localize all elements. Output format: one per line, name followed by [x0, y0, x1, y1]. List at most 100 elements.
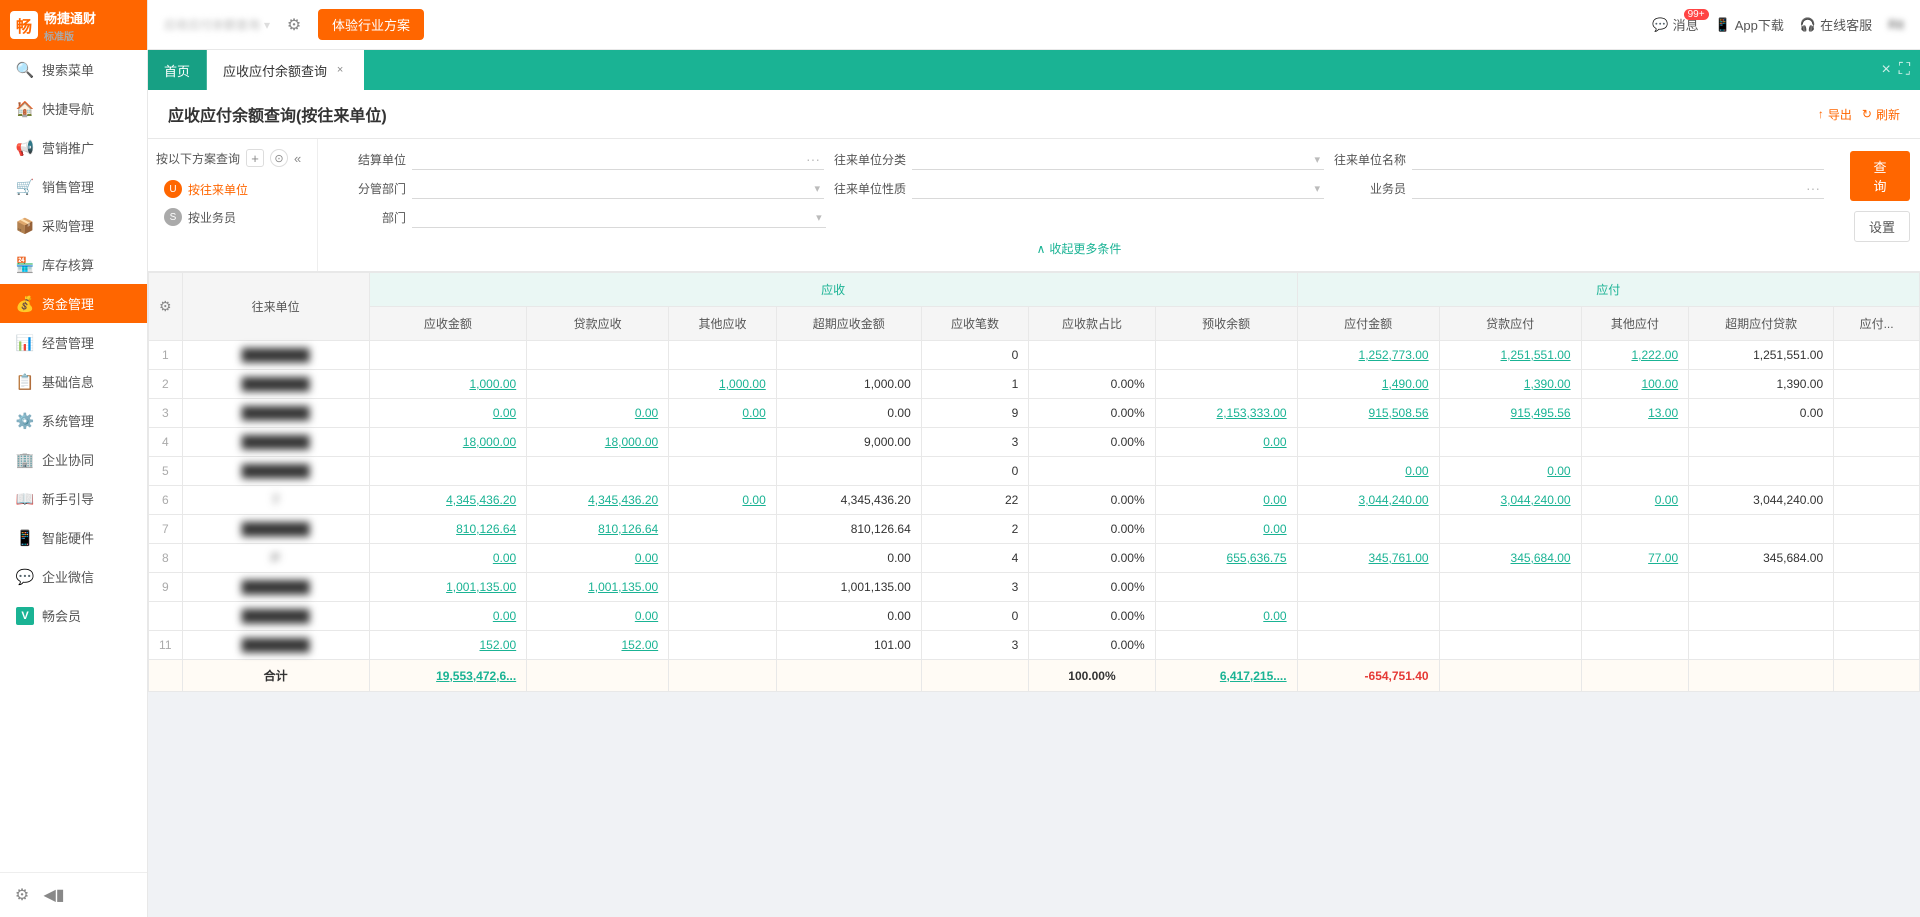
- sidebar-item-inventory[interactable]: 🏪 库存核算: [0, 245, 147, 284]
- cell-value[interactable]: [1439, 428, 1581, 457]
- settlement-dots[interactable]: ···: [802, 151, 824, 167]
- sidebar-settings-icon[interactable]: ⚙: [10, 883, 34, 907]
- cell-value[interactable]: 0.00: [1297, 457, 1439, 486]
- cell-value[interactable]: 0.00: [527, 399, 669, 428]
- cell-value[interactable]: [1581, 428, 1689, 457]
- dept-input[interactable]: [412, 178, 810, 198]
- cell-value[interactable]: 0.00: [1155, 515, 1297, 544]
- subdept-input[interactable]: [412, 207, 812, 227]
- sidebar-item-hardware[interactable]: 📱 智能硬件: [0, 518, 147, 557]
- cell-value[interactable]: [1581, 515, 1689, 544]
- cell-value[interactable]: 4,345,436.20: [527, 486, 669, 515]
- setting-btn[interactable]: 设置: [1854, 211, 1910, 242]
- cell-value[interactable]: 0.00: [1581, 486, 1689, 515]
- app-download-btn[interactable]: 📱 App下载: [1715, 15, 1784, 34]
- cell-value[interactable]: 4,345,436.20: [369, 486, 527, 515]
- online-service-btn[interactable]: 🎧 在线客服: [1800, 15, 1872, 34]
- cell-value[interactable]: [1155, 341, 1297, 370]
- footer-ar-amount[interactable]: 19,553,472,6...: [369, 660, 527, 692]
- cell-value[interactable]: 1,222.00: [1581, 341, 1689, 370]
- messages-btn[interactable]: 💬 消息 99+: [1652, 15, 1698, 34]
- unit-name-input[interactable]: [1412, 149, 1824, 169]
- cell-value[interactable]: 810,126.64: [369, 515, 527, 544]
- cell-value[interactable]: 77.00: [1581, 544, 1689, 573]
- filter-collapse-btn[interactable]: «: [294, 151, 301, 166]
- cell-value[interactable]: 152.00: [527, 631, 669, 660]
- cell-value[interactable]: 3,044,240.00: [1439, 486, 1581, 515]
- cell-value[interactable]: [669, 428, 777, 457]
- cell-value[interactable]: [1297, 428, 1439, 457]
- table-settings-icon[interactable]: ⚙: [159, 298, 172, 314]
- cell-value[interactable]: 0.00: [669, 399, 777, 428]
- filter-settings-btn[interactable]: ⊙: [270, 149, 288, 167]
- cell-value[interactable]: [669, 544, 777, 573]
- unit-type-input[interactable]: [912, 149, 1310, 169]
- cell-value[interactable]: 1,001,135.00: [527, 573, 669, 602]
- tab-ar-ap[interactable]: 应收应付余额查询 ×: [207, 50, 364, 90]
- refresh-btn[interactable]: ↻ 刷新: [1862, 106, 1900, 123]
- cell-value[interactable]: [1297, 573, 1439, 602]
- sidebar-item-purchase[interactable]: 📦 采购管理: [0, 206, 147, 245]
- tab-close-icon[interactable]: ×: [333, 63, 347, 77]
- export-btn[interactable]: ↑ 导出: [1818, 106, 1852, 123]
- cell-value[interactable]: 810,126.64: [527, 515, 669, 544]
- cell-value[interactable]: 1,001,135.00: [369, 573, 527, 602]
- cell-value[interactable]: 13.00: [1581, 399, 1689, 428]
- cell-value[interactable]: 1,000.00: [369, 370, 527, 399]
- settlement-input[interactable]: [412, 149, 802, 169]
- cell-value[interactable]: 1,000.00: [669, 370, 777, 399]
- cell-value[interactable]: 0.00: [669, 486, 777, 515]
- cell-value[interactable]: 0.00: [1155, 602, 1297, 631]
- sidebar-item-basic[interactable]: 📋 基础信息: [0, 362, 147, 401]
- sidebar-item-finance[interactable]: 💰 资金管理: [0, 284, 147, 323]
- add-filter-btn[interactable]: +: [246, 149, 264, 167]
- cell-value[interactable]: 655,636.75: [1155, 544, 1297, 573]
- cell-value[interactable]: [669, 341, 777, 370]
- tab-close-all-icon[interactable]: ×: [1881, 61, 1890, 79]
- cell-value[interactable]: [1297, 602, 1439, 631]
- query-btn[interactable]: 查询: [1850, 151, 1910, 201]
- cell-value[interactable]: [669, 573, 777, 602]
- cell-value[interactable]: 152.00: [369, 631, 527, 660]
- cell-value[interactable]: [527, 457, 669, 486]
- header-gear-icon[interactable]: ⚙: [280, 11, 308, 39]
- cell-value[interactable]: 18,000.00: [369, 428, 527, 457]
- cell-value[interactable]: [669, 602, 777, 631]
- sidebar-item-search[interactable]: 🔍 搜索菜单: [0, 50, 147, 89]
- sidebar-item-operation[interactable]: 📊 经营管理: [0, 323, 147, 362]
- cell-value[interactable]: [1581, 602, 1689, 631]
- cell-value[interactable]: 1,490.00: [1297, 370, 1439, 399]
- cell-value[interactable]: [1297, 515, 1439, 544]
- cell-value[interactable]: 18,000.00: [527, 428, 669, 457]
- cell-value[interactable]: [1155, 573, 1297, 602]
- cell-value[interactable]: 0.00: [369, 399, 527, 428]
- cell-value[interactable]: 100.00: [1581, 370, 1689, 399]
- cell-value[interactable]: 0.00: [527, 602, 669, 631]
- cell-value[interactable]: 345,761.00: [1297, 544, 1439, 573]
- cell-value[interactable]: [1581, 457, 1689, 486]
- cell-value[interactable]: [1439, 515, 1581, 544]
- th-settings[interactable]: ⚙: [149, 273, 183, 341]
- cell-value[interactable]: 0.00: [1439, 457, 1581, 486]
- sidebar-item-wechat[interactable]: 💬 企业微信: [0, 557, 147, 596]
- cell-value[interactable]: [527, 341, 669, 370]
- cell-value[interactable]: [1155, 457, 1297, 486]
- sidebar-item-guide[interactable]: 📖 新手引导: [0, 479, 147, 518]
- cell-value[interactable]: 3,044,240.00: [1297, 486, 1439, 515]
- cell-value[interactable]: 0.00: [527, 544, 669, 573]
- tab-expand-icon[interactable]: ⛶: [1899, 61, 1910, 79]
- cell-value[interactable]: [369, 457, 527, 486]
- sidebar-item-member[interactable]: V 畅会员: [0, 596, 147, 635]
- dept-dropdown-icon[interactable]: ▾: [810, 182, 824, 195]
- query-by-staff[interactable]: S 按业务员: [156, 203, 309, 231]
- cell-value[interactable]: [527, 370, 669, 399]
- industry-btn[interactable]: 体验行业方案: [318, 9, 424, 40]
- cell-value[interactable]: 0.00: [369, 602, 527, 631]
- query-by-unit[interactable]: U 按往来单位: [156, 175, 309, 203]
- cell-value[interactable]: 1,390.00: [1439, 370, 1581, 399]
- footer-ar-prepay[interactable]: 6,417,215....: [1155, 660, 1297, 692]
- subdept-dropdown-icon[interactable]: ▾: [812, 211, 826, 224]
- cell-value[interactable]: [1439, 573, 1581, 602]
- cell-value[interactable]: [669, 457, 777, 486]
- cell-value[interactable]: 0.00: [1155, 486, 1297, 515]
